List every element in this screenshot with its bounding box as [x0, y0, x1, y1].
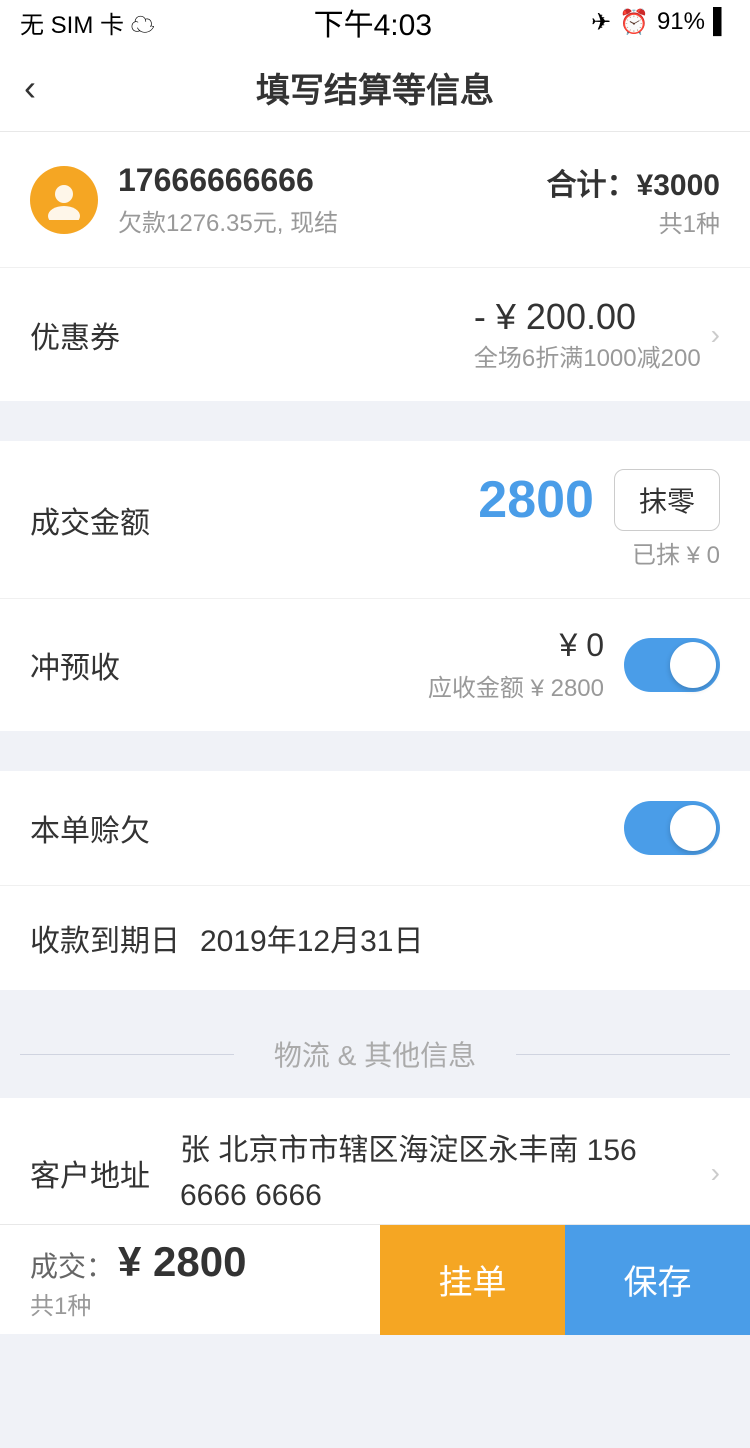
customer-info-card: 17666666666 欠款1276.35元, 现结 合计：¥3000 共1种 … — [0, 132, 750, 401]
sim-label: 无 SIM 卡 ☁ — [20, 5, 155, 40]
address-label: 客户地址 — [30, 1151, 150, 1195]
amount-sub: 已抹 ¥ 0 — [478, 535, 720, 570]
battery-label: 91% — [657, 8, 705, 36]
divider-line-left — [20, 1054, 234, 1055]
footer-info: 成交： ¥ 2800 共1种 — [0, 1238, 380, 1321]
amount-label: 成交金额 — [30, 498, 150, 542]
footer: 成交： ¥ 2800 共1种 挂单 保存 — [0, 1224, 750, 1334]
status-left: 无 SIM 卡 ☁ — [20, 5, 155, 40]
debt-row: 本单赊欠 — [0, 771, 750, 885]
debt-toggle[interactable] — [624, 801, 720, 855]
due-date-label: 收款到期日 — [30, 916, 180, 960]
coupon-desc: 全场6折满1000减200 — [474, 338, 701, 373]
prepay-sub: 应收金额 ¥ 2800 — [428, 668, 604, 703]
coupon-row[interactable]: 优惠券 - ¥ 200.00 全场6折满1000减200 › — [0, 268, 750, 401]
customer-row: 17666666666 欠款1276.35元, 现结 合计：¥3000 共1种 — [0, 132, 750, 268]
section-divider-1 — [0, 421, 750, 441]
footer-deal-label: 成交： — [30, 1245, 114, 1285]
address-content: 张 北京市市辖区海淀区永丰南 156 6666 6666 — [180, 1128, 711, 1218]
prepay-row: 冲预收 ¥ 0 应收金额 ¥ 2800 — [0, 599, 750, 731]
status-time: 下午4:03 — [314, 0, 432, 44]
address-chevron-icon: › — [711, 1157, 720, 1189]
footer-amount: ¥ 2800 — [118, 1238, 246, 1286]
location-icon: ✈ — [591, 8, 611, 37]
customer-phone: 17666666666 — [118, 162, 338, 199]
footer-sub: 共1种 — [30, 1286, 350, 1321]
avatar — [30, 166, 98, 234]
prepay-label: 冲预收 — [30, 643, 120, 687]
back-button[interactable]: ‹ — [24, 67, 36, 109]
coupon-right: - ¥ 200.00 全场6折满1000减200 › — [474, 296, 720, 373]
section-divider-2 — [0, 751, 750, 771]
total-sub: 共1种 — [547, 204, 720, 239]
customer-right: 合计：¥3000 共1种 — [547, 160, 720, 239]
prepay-right: ¥ 0 应收金额 ¥ 2800 — [428, 627, 720, 703]
prepay-toggle[interactable] — [624, 638, 720, 692]
total-value: 合计：¥3000 — [547, 160, 720, 204]
coupon-label: 优惠券 — [30, 313, 120, 357]
amount-right-group: 2800 抹零 已抹 ¥ 0 — [478, 469, 720, 570]
debt-card: 本单赊欠 收款到期日 2019年12月31日 — [0, 771, 750, 990]
debt-label: 本单赊欠 — [30, 806, 150, 850]
save-button[interactable]: 保存 — [565, 1225, 750, 1335]
chevron-right-icon: › — [711, 319, 720, 351]
coupon-amount: - ¥ 200.00 — [474, 296, 701, 338]
prepay-values: ¥ 0 应收金额 ¥ 2800 — [428, 627, 604, 703]
page-title: 填写结算等信息 — [256, 63, 494, 112]
round-button[interactable]: 抹零 — [614, 469, 720, 531]
customer-info: 17666666666 欠款1276.35元, 现结 — [118, 162, 338, 238]
divider-line-right — [516, 1054, 730, 1055]
hang-button[interactable]: 挂单 — [380, 1225, 565, 1335]
amount-right: 2800 抹零 — [478, 469, 720, 531]
customer-left: 17666666666 欠款1276.35元, 现结 — [30, 162, 338, 238]
status-right: ✈ ⏰ 91% ▌ — [591, 8, 730, 37]
coupon-info: - ¥ 200.00 全场6折满1000减200 — [474, 296, 701, 373]
status-bar: 无 SIM 卡 ☁ 下午4:03 ✈ ⏰ 91% ▌ — [0, 0, 750, 44]
amount-value: 2800 — [478, 470, 594, 530]
logistics-label: 物流 & 其他信息 — [274, 1034, 476, 1074]
prepay-amount: ¥ 0 — [428, 627, 604, 664]
due-date-value: 2019年12月31日 — [200, 916, 423, 960]
logistics-divider: 物流 & 其他信息 — [0, 1010, 750, 1098]
amount-row: 成交金额 2800 抹零 已抹 ¥ 0 — [0, 441, 750, 599]
due-date-row: 收款到期日 2019年12月31日 — [0, 885, 750, 990]
customer-subtext: 欠款1276.35元, 现结 — [118, 203, 338, 238]
deal-amount-card: 成交金额 2800 抹零 已抹 ¥ 0 冲预收 ¥ 0 应收金额 ¥ 2800 — [0, 441, 750, 731]
nav-bar: ‹ 填写结算等信息 — [0, 44, 750, 132]
footer-deal-row: 成交： ¥ 2800 — [30, 1238, 350, 1286]
alarm-icon: ⏰ — [619, 8, 649, 37]
battery-icon: ▌ — [713, 8, 730, 36]
